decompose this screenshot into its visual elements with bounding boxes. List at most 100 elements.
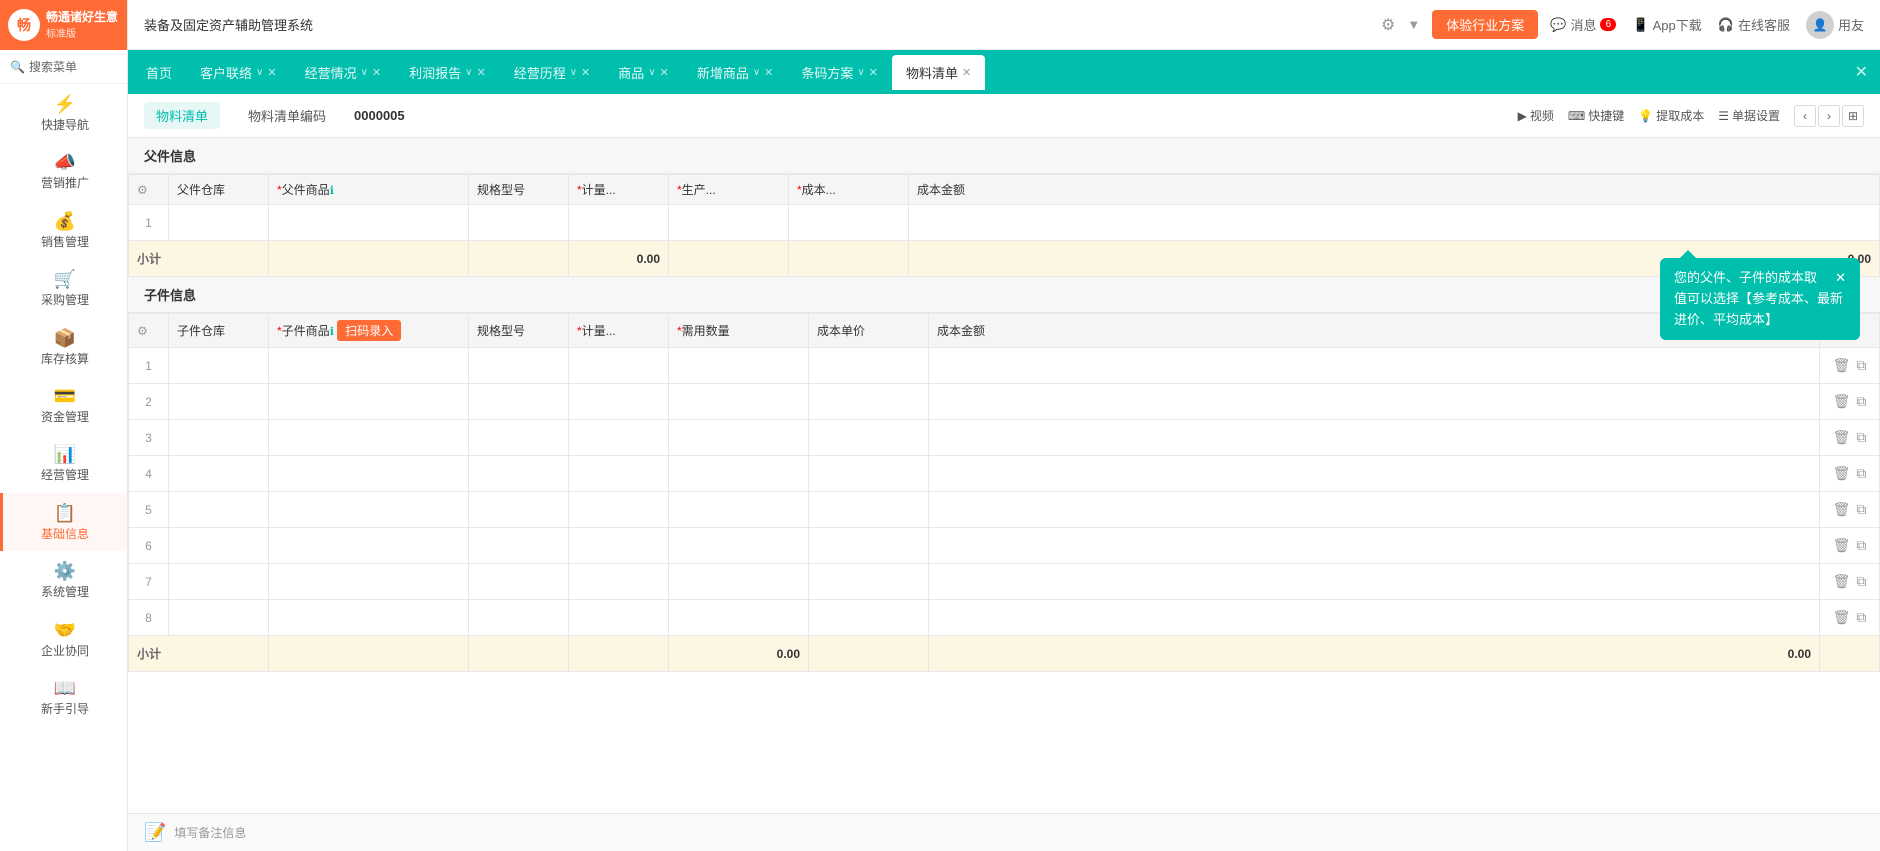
child-row-1-unit-price[interactable] xyxy=(809,348,929,384)
parent-row-1-product[interactable] xyxy=(269,205,469,241)
chevron-down-icon[interactable]: ▼ xyxy=(1407,17,1420,32)
settings-icon[interactable]: ⚙ xyxy=(1381,15,1395,35)
tab-new-product-close[interactable]: ✕ xyxy=(764,66,773,79)
tab-operation-status[interactable]: 经营情况 ∨ ✕ xyxy=(291,55,396,90)
tab-bom[interactable]: 物料清单 ✕ xyxy=(892,55,985,90)
next-arrow[interactable]: › xyxy=(1818,105,1840,127)
delete-icon-2[interactable]: 🗑 xyxy=(1833,393,1851,410)
child-row-7-unit-price[interactable] xyxy=(809,564,929,600)
tab-home[interactable]: 首页 xyxy=(132,55,186,90)
delete-icon-4[interactable]: 🗑 xyxy=(1833,465,1851,482)
sidebar-item-quick-nav[interactable]: ⚡ 快捷导航 xyxy=(0,84,127,142)
sidebar-item-operation[interactable]: 📊 经营管理 xyxy=(0,434,127,492)
child-row-7-spec[interactable] xyxy=(469,564,569,600)
child-row-2-spec[interactable] xyxy=(469,384,569,420)
single-settings-button[interactable]: ☰ 单据设置 xyxy=(1718,107,1780,124)
copy-icon-6[interactable]: ⧉ xyxy=(1856,537,1866,554)
copy-icon-2[interactable]: ⧉ xyxy=(1856,393,1866,410)
shortcut-button[interactable]: ⌨ 快捷键 xyxy=(1568,107,1624,124)
child-row-7-quantity[interactable] xyxy=(669,564,809,600)
parent-row-1-warehouse[interactable] xyxy=(169,205,269,241)
child-row-1-spec[interactable] xyxy=(469,348,569,384)
parent-row-1-cost[interactable] xyxy=(789,205,909,241)
child-row-2-unit-price[interactable] xyxy=(809,384,929,420)
search-menu[interactable]: 🔍 搜索菜单 xyxy=(0,50,127,84)
child-row-1-product[interactable] xyxy=(269,348,469,384)
child-row-7-warehouse[interactable] xyxy=(169,564,269,600)
child-row-6-unit-price[interactable] xyxy=(809,528,929,564)
child-row-4-product[interactable] xyxy=(269,456,469,492)
prev-arrow[interactable]: ‹ xyxy=(1794,105,1816,127)
sidebar-item-system[interactable]: ⚙️ 系统管理 xyxy=(0,551,127,609)
extract-cost-button[interactable]: 💡 提取成本 xyxy=(1638,107,1704,124)
sidebar-item-purchase[interactable]: 🛒 采购管理 xyxy=(0,259,127,317)
child-row-2-unit[interactable] xyxy=(569,384,669,420)
child-row-8-spec[interactable] xyxy=(469,600,569,636)
delete-icon-8[interactable]: 🗑 xyxy=(1833,609,1851,626)
online-service-button[interactable]: 🎧 在线客服 xyxy=(1718,15,1790,34)
child-row-6-unit[interactable] xyxy=(569,528,669,564)
app-download-button[interactable]: 📱 App下载 xyxy=(1632,15,1701,34)
delete-icon-3[interactable]: 🗑 xyxy=(1833,429,1851,446)
child-row-8-warehouse[interactable] xyxy=(169,600,269,636)
tab-products-close[interactable]: ✕ xyxy=(660,66,669,79)
child-row-2-warehouse[interactable] xyxy=(169,384,269,420)
child-row-5-unit[interactable] xyxy=(569,492,669,528)
child-row-6-warehouse[interactable] xyxy=(169,528,269,564)
child-row-2-product[interactable] xyxy=(269,384,469,420)
child-col-settings[interactable]: ⚙ xyxy=(129,314,169,348)
child-row-1-warehouse[interactable] xyxy=(169,348,269,384)
delete-icon-1[interactable]: 🗑 xyxy=(1833,357,1851,374)
parent-row-1-production[interactable] xyxy=(669,205,789,241)
copy-icon-3[interactable]: ⧉ xyxy=(1856,429,1866,446)
tab-bom-close[interactable]: ✕ xyxy=(962,66,971,79)
copy-icon-4[interactable]: ⧉ xyxy=(1856,465,1866,482)
child-row-3-product[interactable] xyxy=(269,420,469,456)
child-row-8-unit[interactable] xyxy=(569,600,669,636)
sidebar-item-basic-info[interactable]: 📋 基础信息 xyxy=(0,493,127,551)
child-row-6-quantity[interactable] xyxy=(669,528,809,564)
delete-icon-6[interactable]: 🗑 xyxy=(1833,537,1851,554)
child-row-8-unit-price[interactable] xyxy=(809,600,929,636)
delete-icon-7[interactable]: 🗑 xyxy=(1833,573,1851,590)
tab-products[interactable]: 商品 ∨ ✕ xyxy=(604,55,683,90)
user-menu[interactable]: 👤 用友 xyxy=(1806,11,1864,39)
child-row-4-unit[interactable] xyxy=(569,456,669,492)
child-row-8-product[interactable] xyxy=(269,600,469,636)
child-row-6-product[interactable] xyxy=(269,528,469,564)
tab-barcode-close[interactable]: ✕ xyxy=(869,66,878,79)
child-row-6-spec[interactable] xyxy=(469,528,569,564)
sidebar-item-marketing[interactable]: 📣 营销推广 xyxy=(0,142,127,200)
child-row-8-quantity[interactable] xyxy=(669,600,809,636)
tab-op-history-close[interactable]: ✕ xyxy=(581,66,590,79)
tab-new-product[interactable]: 新增商品 ∨ ✕ xyxy=(683,55,788,90)
child-row-5-spec[interactable] xyxy=(469,492,569,528)
parent-row-1-unit[interactable] xyxy=(569,205,669,241)
child-row-1-unit[interactable] xyxy=(569,348,669,384)
tab-profit-close[interactable]: ✕ xyxy=(476,66,485,79)
child-row-1-quantity[interactable] xyxy=(669,348,809,384)
message-button[interactable]: 💬 消息 6 xyxy=(1550,15,1616,34)
parent-gear-icon[interactable]: ⚙ xyxy=(137,183,148,197)
child-row-4-warehouse[interactable] xyxy=(169,456,269,492)
tab-op-status-close[interactable]: ✕ xyxy=(372,66,381,79)
sidebar-item-inventory[interactable]: 📦 库存核算 xyxy=(0,318,127,376)
delete-icon-5[interactable]: 🗑 xyxy=(1833,501,1851,518)
child-row-4-spec[interactable] xyxy=(469,456,569,492)
child-row-3-unit[interactable] xyxy=(569,420,669,456)
child-row-3-spec[interactable] xyxy=(469,420,569,456)
view-button[interactable]: ▶ 视频 xyxy=(1518,107,1554,124)
tab-profit-report[interactable]: 利润报告 ∨ ✕ xyxy=(395,55,500,90)
child-row-5-unit-price[interactable] xyxy=(809,492,929,528)
sidebar-item-guide[interactable]: 📖 新手引导 xyxy=(0,668,127,726)
copy-icon-7[interactable]: ⧉ xyxy=(1856,573,1866,590)
tab-customer[interactable]: 客户联络 ∨ ✕ xyxy=(186,55,291,90)
child-row-5-quantity[interactable] xyxy=(669,492,809,528)
parent-col-settings[interactable]: ⚙ xyxy=(129,175,169,205)
copy-icon-5[interactable]: ⧉ xyxy=(1856,501,1866,518)
child-row-4-quantity[interactable] xyxy=(669,456,809,492)
grid-view[interactable]: ⊞ xyxy=(1842,105,1864,127)
child-row-3-warehouse[interactable] xyxy=(169,420,269,456)
child-row-3-quantity[interactable] xyxy=(669,420,809,456)
close-all-tabs[interactable]: ✕ xyxy=(1847,62,1876,82)
